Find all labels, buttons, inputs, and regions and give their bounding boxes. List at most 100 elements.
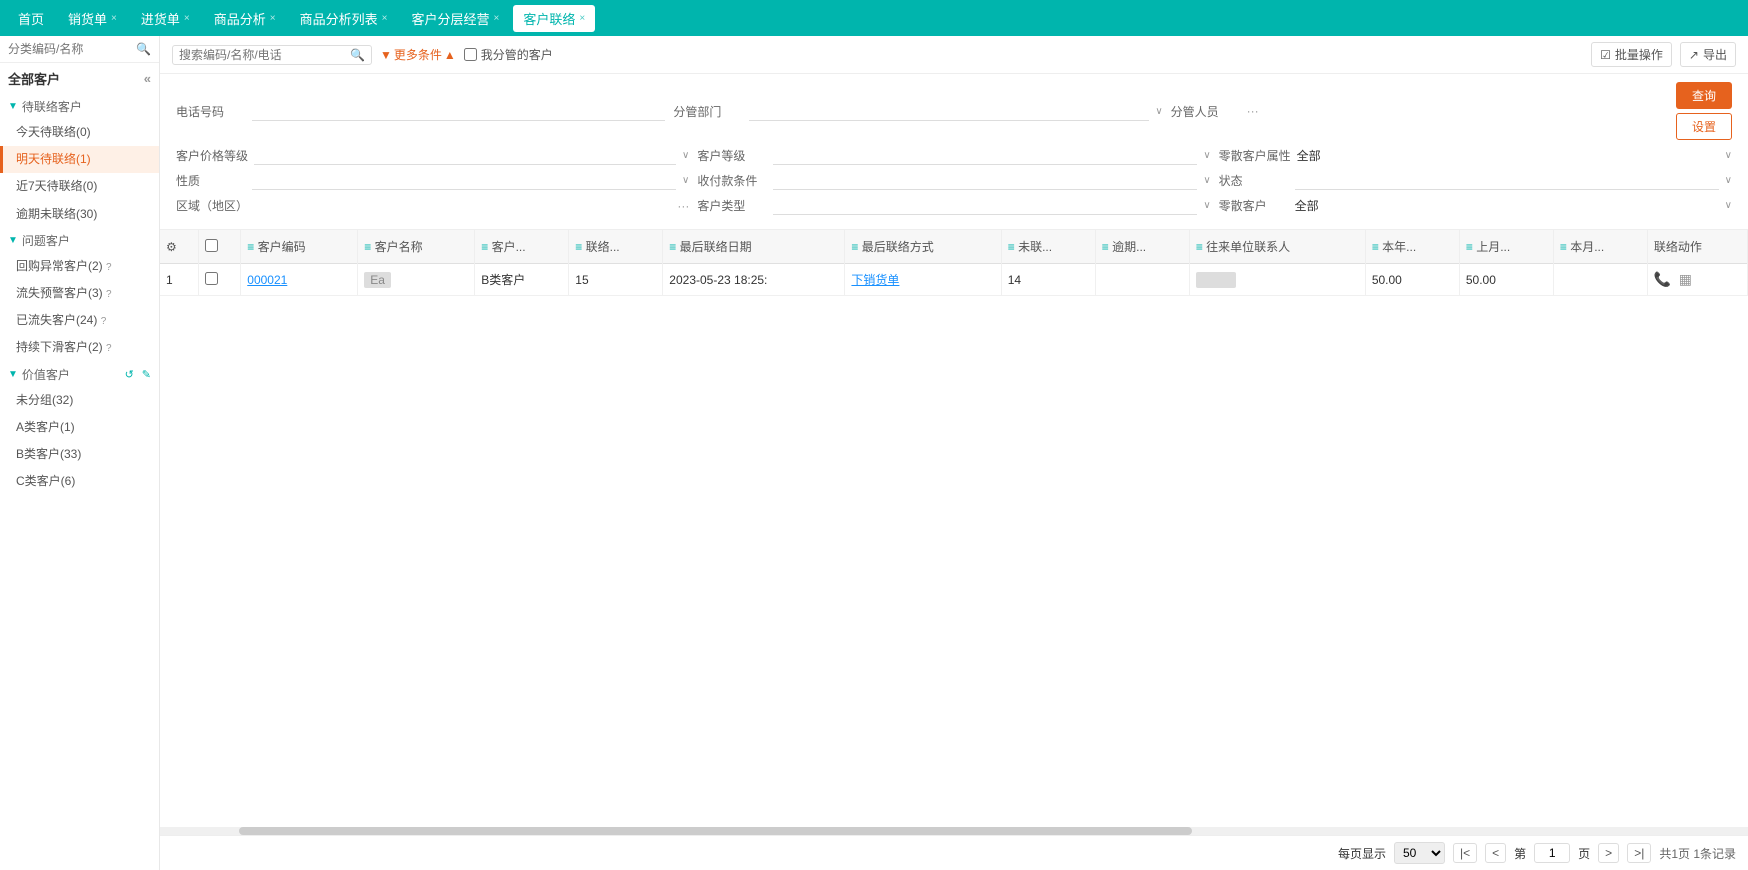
th-last-date[interactable]: ≡ 最后联络日期 [663,230,845,264]
th-contact-person[interactable]: ≡ 往来单位联系人 [1189,230,1365,264]
th-not-contact[interactable]: ≡ 未联... [1001,230,1095,264]
page-size-select[interactable]: 50 100 200 [1394,842,1445,864]
sidebar-item-repurchase-abnormal[interactable]: 回购异常客户(2) ? [0,253,159,280]
sidebar-search-bar[interactable]: 🔍 [0,36,159,63]
close-icon[interactable]: × [270,13,276,24]
horizontal-scrollbar[interactable] [160,827,1748,835]
sidebar-item-today-contact[interactable]: 今天待联络(0) [0,119,159,146]
filter-cell-nature: 性质 ∨ [176,171,689,190]
sidebar-item-a-class[interactable]: A类客户(1) [0,414,159,441]
my-customers-checkbox[interactable] [464,48,477,61]
dropdown-arrow-icon[interactable]: ∨ [1725,150,1732,161]
price-level-input[interactable] [254,146,676,165]
sidebar-item-overdue-contact[interactable]: 逾期未联络(30) [0,201,159,228]
th-overdue[interactable]: ≡ 逾期... [1095,230,1189,264]
dropdown-arrow-icon[interactable]: ∨ [682,175,689,186]
nav-purchase-order[interactable]: 进货单 × [131,5,200,32]
nav-customer-contact[interactable]: 客户联络 × [513,5,595,32]
next-page-button[interactable]: > [1598,843,1619,863]
more-dots-icon[interactable]: ··· [677,199,689,213]
dept-input[interactable] [749,102,1149,121]
close-icon[interactable]: × [382,13,388,24]
nav-product-analysis[interactable]: 商品分析 × [204,5,286,32]
th-name[interactable]: ≡ 客户名称 [358,230,475,264]
nature-input[interactable] [252,171,676,190]
close-icon[interactable]: × [111,13,117,24]
scrollbar-thumb[interactable] [239,827,1192,835]
th-checkbox[interactable] [198,230,241,264]
sidebar-item-c-class[interactable]: C类客户(6) [0,468,159,495]
customer-code-link[interactable]: 000021 [247,273,287,287]
export-icon: ↗ [1689,48,1699,62]
status-input[interactable] [1295,171,1719,190]
dropdown-arrow-icon[interactable]: ∨ [1203,175,1210,186]
th-last-method[interactable]: ≡ 最后联络方式 [845,230,1001,264]
last-page-button[interactable]: >| [1627,843,1651,863]
group-label-pending: ▼ 待联络客户 [0,94,159,119]
first-page-button[interactable]: |< [1453,843,1477,863]
td-checkbox[interactable] [198,264,241,296]
sidebar-item-tomorrow-contact[interactable]: 明天待联络(1) [0,146,159,173]
search-icon[interactable]: 🔍 [350,48,365,62]
th-code[interactable]: ≡ 客户编码 [241,230,358,264]
edit-icon[interactable]: ✎ [142,368,151,381]
nav-sales-order[interactable]: 销货单 × [58,5,127,32]
all-customers-header[interactable]: 全部客户 « [0,63,159,94]
sidebar-item-ungrouped[interactable]: 未分组(32) [0,387,159,414]
sidebar-item-7day-contact[interactable]: 近7天待联络(0) [0,173,159,200]
batch-action-button[interactable]: ☑ 批量操作 [1591,42,1672,67]
dropdown-arrow-icon[interactable]: ∨ [1725,200,1732,211]
prev-page-button[interactable]: < [1485,843,1506,863]
more-conditions-button[interactable]: ▼ 更多条件 ▲ [380,46,456,63]
th-settings[interactable]: ⚙ [160,230,198,264]
main-search-wrap[interactable]: 🔍 [172,45,372,65]
row-checkbox[interactable] [205,272,218,285]
customer-level-input[interactable] [773,146,1197,165]
th-this-year[interactable]: ≡ 本年... [1365,230,1459,264]
phone-action-icon[interactable]: 📞 [1654,271,1671,287]
dropdown-arrow-icon[interactable]: ∨ [682,150,689,161]
th-level[interactable]: ≡ 客户... [475,230,569,264]
export-button[interactable]: ↗ 导出 [1680,42,1736,67]
close-icon[interactable]: × [184,13,190,24]
dropdown-arrow-icon[interactable]: ∨ [1725,175,1732,186]
nav-product-analysis-list[interactable]: 商品分析列表 × [290,5,398,32]
sidebar-item-declining[interactable]: 持续下滑客户(2) ? [0,334,159,361]
filter-row-2: 客户价格等级 ∨ 客户等级 ∨ 零散客户属性 全部 ∨ [176,146,1732,165]
sidebar-item-b-class[interactable]: B类客户(33) [0,441,159,468]
reset-button[interactable]: 设置 [1676,113,1732,140]
page-number-input[interactable] [1534,843,1570,863]
customer-type-input[interactable] [773,196,1197,215]
th-this-month[interactable]: ≡ 本月... [1553,230,1647,264]
close-icon[interactable]: × [579,13,585,24]
settings-icon[interactable]: ⚙ [166,240,177,254]
refresh-icon[interactable]: ↺ [125,368,134,381]
sidebar-search-input[interactable] [8,42,136,56]
phone-input[interactable] [252,102,665,121]
search-icon[interactable]: 🔍 [136,42,151,56]
select-all-checkbox[interactable] [205,239,218,252]
dropdown-arrow-icon[interactable]: ∨ [1203,150,1210,161]
customer-type-label: 客户类型 [697,197,767,214]
close-icon[interactable]: × [493,13,499,24]
more-dots-icon[interactable]: ··· [1247,104,1259,118]
collapse-icon[interactable]: « [144,71,151,86]
payment-input[interactable] [773,171,1197,190]
td-contact-person [1189,264,1365,296]
nav-home[interactable]: 首页 [8,5,54,32]
my-customers-filter[interactable]: 我分管的客户 [464,46,553,63]
sidebar-item-churn-warning[interactable]: 流失预警客户(3) ? [0,280,159,307]
nav-customer-tier[interactable]: 客户分层经营 × [401,5,509,32]
th-contacts[interactable]: ≡ 联络... [569,230,663,264]
dropdown-arrow-icon[interactable]: ∨ [1155,106,1162,117]
filter-row-4: 区域（地区） ··· 客户类型 ∨ 零散客户 全部 ∨ [176,196,1732,215]
grid-action-icon[interactable]: ▦ [1679,271,1692,287]
dropdown-arrow-icon[interactable]: ∨ [1203,200,1210,211]
contact-method-link[interactable]: 下销货单 [851,273,899,287]
main-search-input[interactable] [179,48,350,62]
page-unit-label: 页 [1578,845,1590,862]
query-button[interactable]: 查询 [1676,82,1732,109]
td-code: 000021 [241,264,358,296]
th-last-month[interactable]: ≡ 上月... [1459,230,1553,264]
sidebar-item-churned[interactable]: 已流失客户(24) ? [0,307,159,334]
